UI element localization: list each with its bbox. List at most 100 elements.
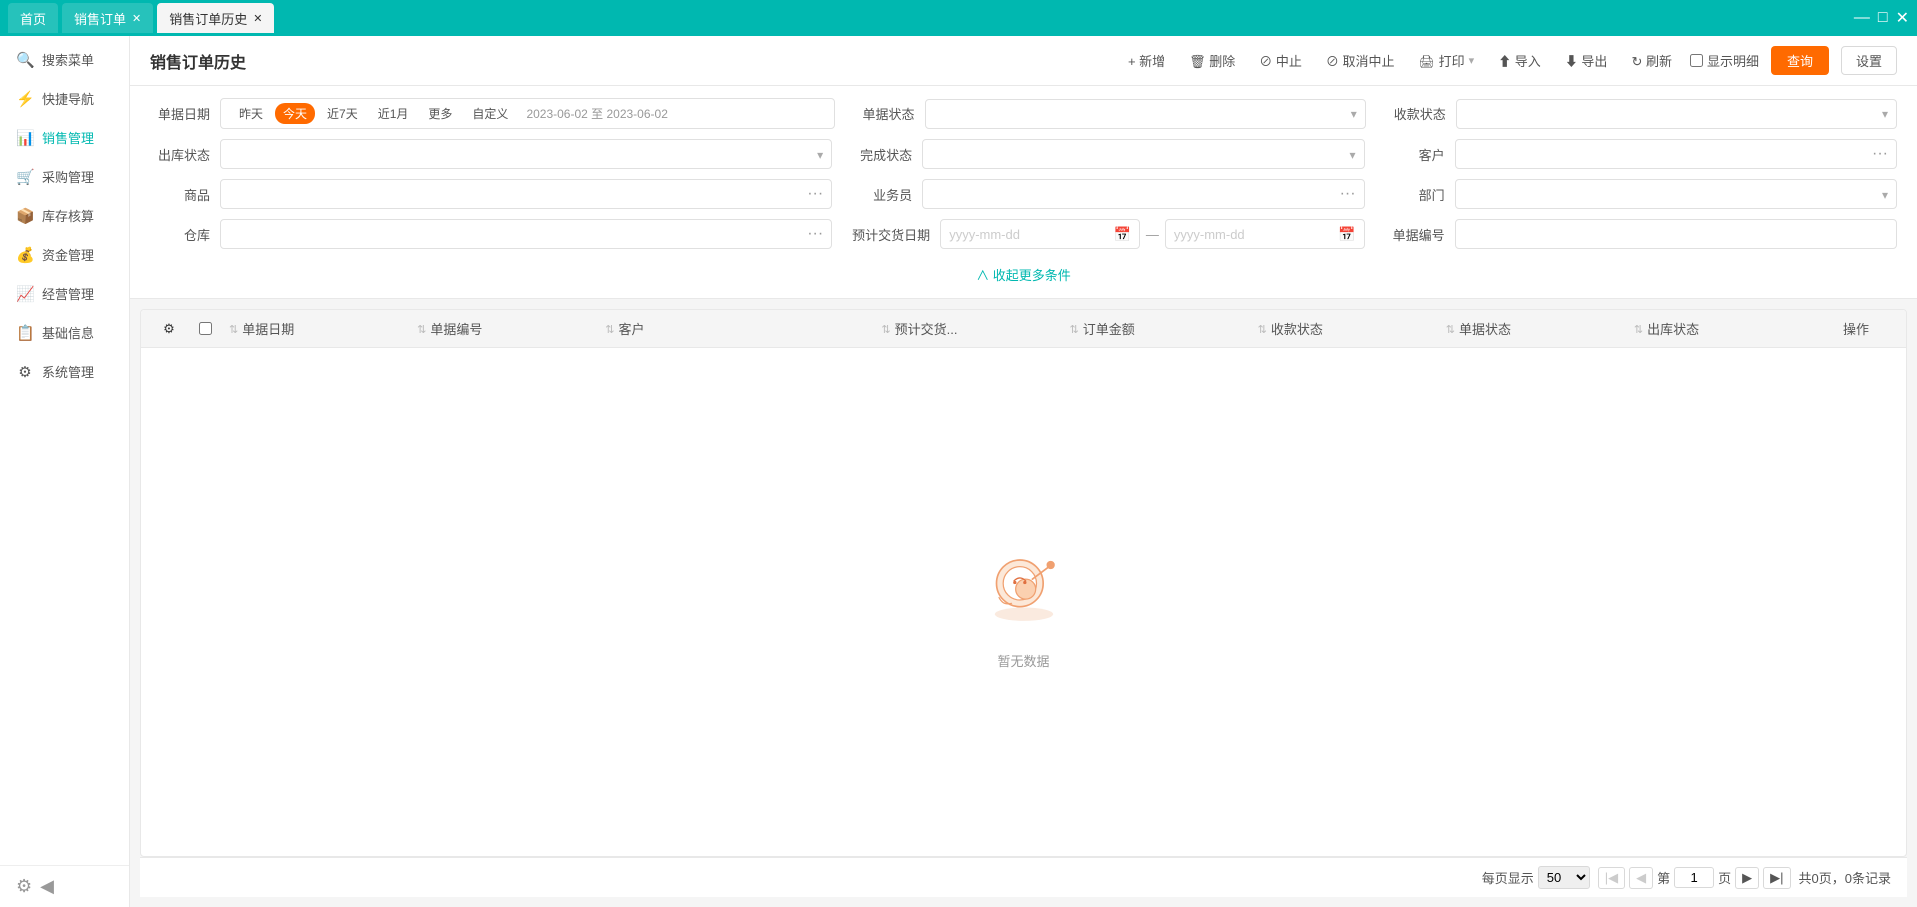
- filter-row-4: 仓库 ··· 预计交货日期 yyyy-mm-dd 📅 — yyyy-mm-dd …: [150, 219, 1897, 249]
- tab-home-label: 首页: [20, 9, 46, 28]
- sidebar-item-search-menu[interactable]: 🔍 搜索菜单: [0, 40, 129, 79]
- sidebar-item-sales[interactable]: 📊 销售管理: [0, 118, 129, 157]
- product-field[interactable]: ···: [220, 179, 832, 209]
- th-expected-sort: [881, 321, 890, 336]
- th-outbound-status[interactable]: 出库状态: [1628, 319, 1816, 338]
- product-dots[interactable]: ···: [807, 185, 823, 203]
- toolbar: + 新增 🗑 删除 ⊘ 中止 ⊘ 取消中止 🖨 打印 ▾ ⬆ 导入: [1122, 46, 1897, 75]
- cancel-stop-button[interactable]: ⊘ 取消中止: [1320, 47, 1401, 74]
- th-bill-label: 单据状态: [1459, 319, 1511, 338]
- page-first-button[interactable]: |◀: [1598, 867, 1625, 889]
- display-dense-label: 显示明细: [1707, 51, 1759, 70]
- empty-illustration: [974, 535, 1074, 635]
- per-page-select[interactable]: 50 10 20 100: [1538, 866, 1590, 889]
- th-receipt-sort: [1258, 321, 1267, 336]
- th-bill-status[interactable]: 单据状态: [1440, 319, 1628, 338]
- th-receipt-label: 收款状态: [1271, 319, 1323, 338]
- import-button[interactable]: ⬆ 导入: [1492, 47, 1547, 74]
- sidebar-settings-icon[interactable]: ⚙: [16, 876, 32, 897]
- complete-status-select[interactable]: [922, 139, 1364, 169]
- th-date-label: 单据日期: [242, 319, 294, 338]
- expected-date-to[interactable]: yyyy-mm-dd 📅: [1165, 219, 1365, 249]
- customer-field[interactable]: ···: [1455, 139, 1897, 169]
- sidebar-collapse-icon[interactable]: ◀: [40, 876, 54, 897]
- sidebar-item-quick-nav[interactable]: ⚡ 快捷导航: [0, 79, 129, 118]
- display-dense-checkbox[interactable]: [1690, 54, 1703, 67]
- th-amount[interactable]: 订单金额: [1064, 319, 1252, 338]
- th-receipt-status[interactable]: 收款状态: [1252, 319, 1440, 338]
- warehouse-field[interactable]: ···: [220, 219, 832, 249]
- sidebar-item-finance[interactable]: 💰 资金管理: [0, 235, 129, 274]
- bill-number-label: 单据编号: [1385, 225, 1455, 244]
- cancel-stop-label: ⊘ 取消中止: [1326, 51, 1395, 70]
- salesperson-field[interactable]: ···: [922, 179, 1364, 209]
- outbound-status-select[interactable]: [220, 139, 832, 169]
- main-layout: 🔍 搜索菜单 ⚡ 快捷导航 📊 销售管理 🛒 采购管理 📦 库存核算 💰 资金管…: [0, 36, 1917, 907]
- sidebar-item-system[interactable]: ⚙ 系统管理: [0, 352, 129, 391]
- th-number[interactable]: 单据编号: [411, 319, 599, 338]
- basic-icon: 📋: [16, 324, 34, 342]
- table-select-all[interactable]: [187, 322, 223, 335]
- date-chip-today[interactable]: 今天: [275, 103, 315, 124]
- date-label: 单据日期: [150, 104, 220, 123]
- stop-label: ⊘ 中止: [1259, 51, 1302, 70]
- bill-number-field[interactable]: [1455, 219, 1897, 249]
- export-button[interactable]: ⬇ 导出: [1559, 47, 1614, 74]
- select-all-checkbox[interactable]: [199, 322, 212, 335]
- tab-sales-order[interactable]: 销售订单 ✕: [62, 3, 153, 33]
- receipt-status-select[interactable]: [1456, 99, 1897, 129]
- print-dropdown-icon[interactable]: ▾: [1469, 54, 1475, 67]
- print-button[interactable]: 🖨 打印 ▾: [1413, 47, 1481, 74]
- minimize-icon[interactable]: —: [1854, 9, 1870, 27]
- expected-date-from-placeholder: yyyy-mm-dd: [949, 227, 1109, 242]
- sidebar-item-quick-nav-label: 快捷导航: [42, 89, 94, 108]
- table-header: ⚙ 单据日期 单据编号 客户 预计交货...: [141, 310, 1906, 348]
- new-button[interactable]: + 新增: [1122, 47, 1171, 74]
- query-button[interactable]: 查询: [1771, 46, 1829, 75]
- calendar-from-icon: 📅: [1113, 226, 1130, 243]
- tab-home[interactable]: 首页: [8, 3, 58, 33]
- sidebar-item-system-label: 系统管理: [42, 362, 94, 381]
- warehouse-dots[interactable]: ···: [807, 225, 823, 243]
- sidebar-item-inventory[interactable]: 📦 库存核算: [0, 196, 129, 235]
- refresh-button[interactable]: ↻ 刷新: [1625, 47, 1678, 74]
- date-chip-custom[interactable]: 自定义: [464, 103, 516, 124]
- page-last-button[interactable]: ▶|: [1763, 867, 1790, 889]
- maximize-icon[interactable]: □: [1878, 9, 1888, 27]
- expected-date-range: yyyy-mm-dd 📅 — yyyy-mm-dd 📅: [940, 219, 1364, 249]
- tab-sales-order-history[interactable]: 销售订单历史 ✕: [157, 3, 274, 33]
- delete-button[interactable]: 🗑 删除: [1183, 47, 1241, 74]
- salesperson-dots[interactable]: ···: [1340, 185, 1356, 203]
- product-label: 商品: [150, 185, 220, 204]
- collapse-conditions[interactable]: ∧ 收起更多条件: [150, 259, 1897, 286]
- window-close-icon[interactable]: ✕: [1896, 8, 1909, 28]
- page-prev-button[interactable]: ◀: [1629, 867, 1653, 889]
- customer-dots[interactable]: ···: [1872, 145, 1888, 163]
- page-suffix-label: 页: [1718, 868, 1731, 887]
- tab-sales-order-close[interactable]: ✕: [132, 12, 141, 25]
- page-number-input[interactable]: [1674, 867, 1714, 888]
- table-settings-button[interactable]: ⚙: [151, 321, 187, 337]
- date-chip-1month[interactable]: 近1月: [370, 103, 417, 124]
- date-chip-7days[interactable]: 近7天: [319, 103, 366, 124]
- th-ops-label: 操作: [1843, 322, 1869, 337]
- date-chip-more[interactable]: 更多: [420, 103, 460, 124]
- th-ops: 操作: [1816, 319, 1896, 338]
- department-select[interactable]: [1455, 179, 1897, 209]
- expected-date-from[interactable]: yyyy-mm-dd 📅: [940, 219, 1140, 249]
- th-customer-label: 客户: [618, 319, 644, 338]
- bill-status-select[interactable]: [925, 99, 1366, 129]
- page-next-button[interactable]: ▶: [1735, 867, 1759, 889]
- sidebar-item-basic[interactable]: 📋 基础信息: [0, 313, 129, 352]
- th-expected-date[interactable]: 预计交货...: [875, 319, 1063, 338]
- th-customer[interactable]: 客户: [599, 319, 875, 338]
- sidebar-item-purchase[interactable]: 🛒 采购管理: [0, 157, 129, 196]
- print-label: 🖨 打印: [1419, 51, 1465, 70]
- stop-button[interactable]: ⊘ 中止: [1253, 47, 1308, 74]
- th-date[interactable]: 单据日期: [223, 319, 411, 338]
- display-dense-toggle[interactable]: 显示明细: [1690, 51, 1759, 70]
- sidebar-item-operation[interactable]: 📈 经营管理: [0, 274, 129, 313]
- setting-button[interactable]: 设置: [1841, 46, 1897, 75]
- date-chip-yesterday[interactable]: 昨天: [231, 103, 271, 124]
- tab-sales-order-history-close[interactable]: ✕: [253, 12, 262, 25]
